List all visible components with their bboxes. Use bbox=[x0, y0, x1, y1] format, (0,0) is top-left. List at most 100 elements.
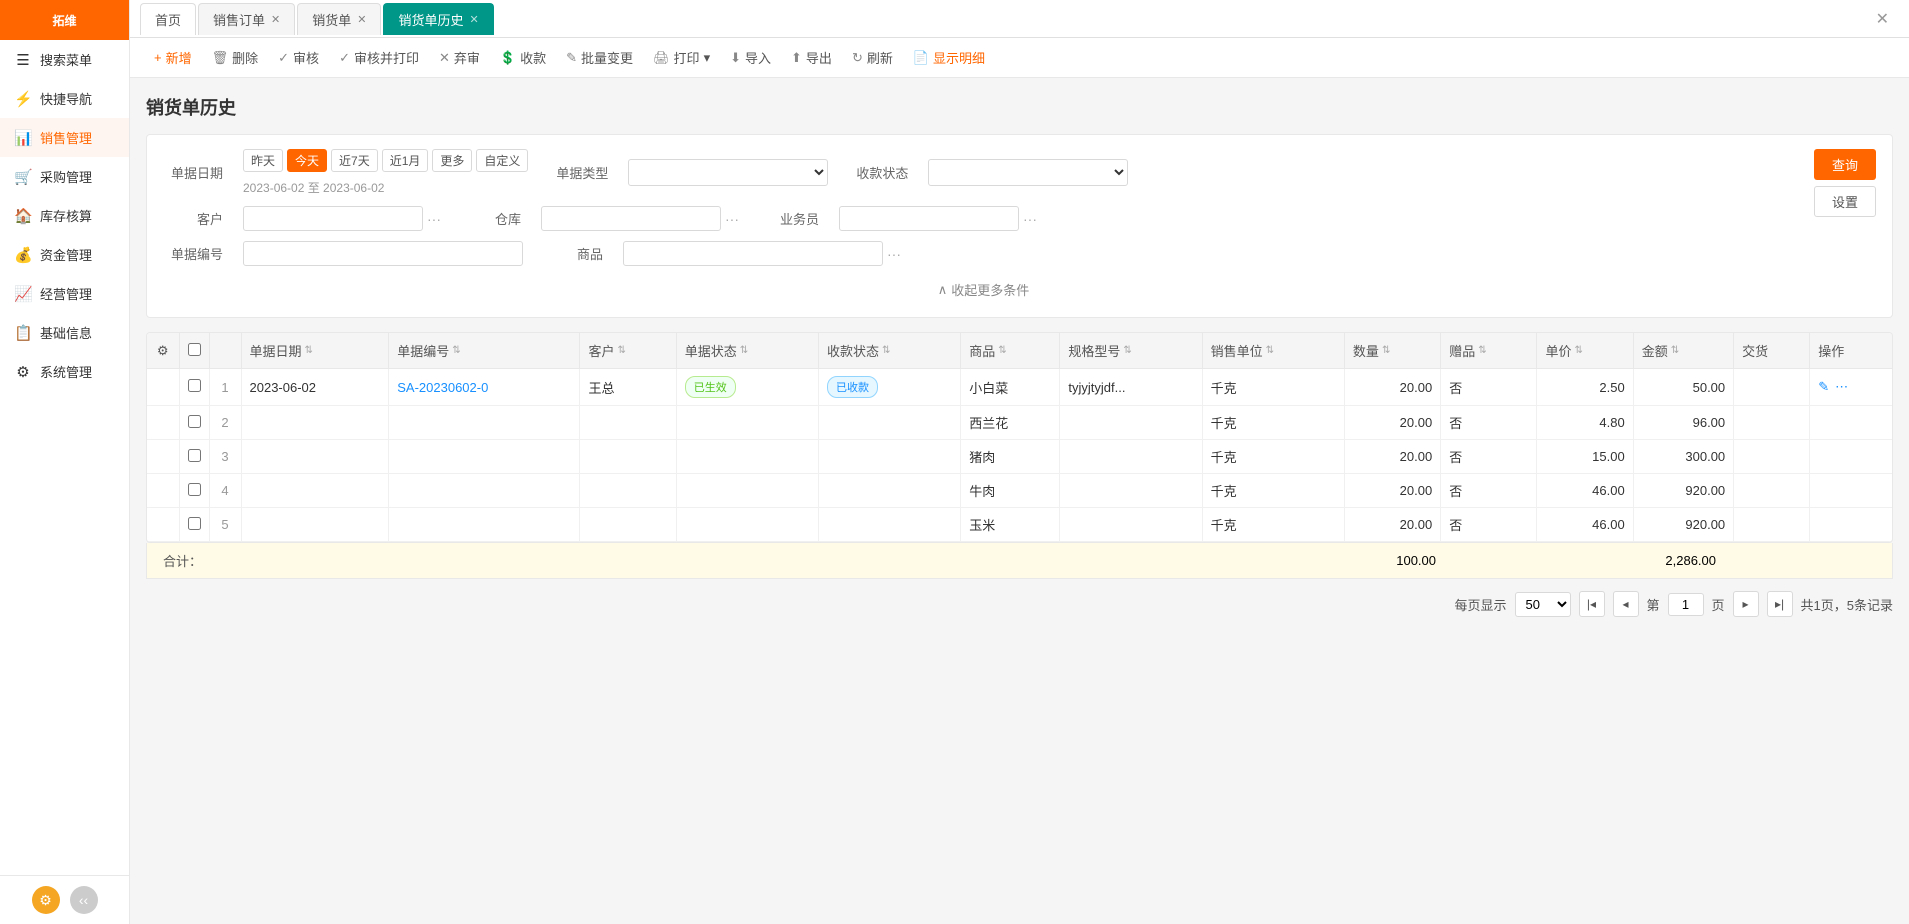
page-size-select[interactable]: 50 20 100 bbox=[1515, 592, 1571, 617]
sidebar-item-sales-mgmt[interactable]: 📊 销售管理 bbox=[0, 118, 129, 157]
tab-sales-order-label: 销售订单 bbox=[213, 10, 265, 29]
td-actions: ✎ ⋯ bbox=[1810, 369, 1892, 406]
collapse-icon: ∧ bbox=[938, 282, 948, 298]
row-checkbox[interactable] bbox=[188, 517, 201, 530]
sidebar-item-quick-nav[interactable]: ⚡ 快捷导航 bbox=[0, 79, 129, 118]
customer-dots[interactable]: ··· bbox=[427, 211, 441, 227]
salesperson-dots[interactable]: ··· bbox=[1023, 211, 1037, 227]
batch-change-button[interactable]: ✎ 批量变更 bbox=[558, 44, 641, 71]
th-unit-price[interactable]: 单价⇅ bbox=[1537, 333, 1633, 369]
window-close-btn[interactable]: ✕ bbox=[1866, 9, 1899, 29]
audit-button[interactable]: ✓ 审核 bbox=[270, 44, 327, 71]
query-button[interactable]: 查询 bbox=[1814, 149, 1876, 180]
td-doc-status bbox=[676, 406, 818, 440]
date-btn-yesterday[interactable]: 昨天 bbox=[243, 149, 283, 172]
sidebar-item-operations[interactable]: 📈 经营管理 bbox=[0, 274, 129, 313]
th-gear[interactable]: ⚙ bbox=[147, 333, 179, 369]
page-last-btn[interactable]: ▸| bbox=[1767, 591, 1793, 617]
row-checkbox[interactable] bbox=[188, 449, 201, 462]
audit-label: 审核 bbox=[293, 48, 319, 67]
tab-sales-order[interactable]: 销售订单 ✕ bbox=[198, 3, 295, 35]
payment-status-select[interactable] bbox=[928, 159, 1128, 186]
sidebar-collapse-btn[interactable]: ‹‹ bbox=[70, 886, 98, 914]
batch-change-icon: ✎ bbox=[566, 50, 577, 66]
edit-action-btn[interactable]: ✎ bbox=[1818, 379, 1829, 395]
refresh-button[interactable]: ↻ 刷新 bbox=[844, 44, 901, 71]
th-qty[interactable]: 数量⇅ bbox=[1344, 333, 1440, 369]
doc-no-sort-icon: ⇅ bbox=[452, 345, 460, 356]
sidebar-item-purchase-mgmt[interactable]: 🛒 采购管理 bbox=[0, 157, 129, 196]
row-checkbox[interactable] bbox=[188, 415, 201, 428]
doc-no-input[interactable] bbox=[243, 241, 523, 266]
warehouse-input[interactable] bbox=[541, 206, 721, 231]
th-gift[interactable]: 赠品⇅ bbox=[1441, 333, 1537, 369]
th-sales-unit[interactable]: 销售单位⇅ bbox=[1202, 333, 1344, 369]
td-gift: 否 bbox=[1441, 406, 1537, 440]
doc-no-label: 单据编号 bbox=[163, 244, 223, 263]
salesperson-input[interactable] bbox=[839, 206, 1019, 231]
tab-sales-delivery-close[interactable]: ✕ bbox=[357, 13, 366, 26]
sidebar-item-label: 系统管理 bbox=[40, 362, 92, 381]
td-spec bbox=[1060, 440, 1202, 474]
th-doc-status[interactable]: 单据状态⇅ bbox=[676, 333, 818, 369]
settings-button[interactable]: 设置 bbox=[1814, 186, 1876, 217]
sidebar-item-basic-info[interactable]: 📋 基础信息 bbox=[0, 313, 129, 352]
sidebar-item-sys-admin[interactable]: ⚙ 系统管理 bbox=[0, 352, 129, 391]
abandon-button[interactable]: ✕ 弃审 bbox=[431, 44, 488, 71]
page-input[interactable] bbox=[1668, 593, 1704, 616]
th-payment-status[interactable]: 收款状态⇅ bbox=[819, 333, 961, 369]
sidebar-item-inventory[interactable]: 🏠 库存核算 bbox=[0, 196, 129, 235]
page-prev-btn[interactable]: ◂ bbox=[1613, 591, 1639, 617]
footer-total-qty: 100.00 bbox=[1326, 553, 1436, 568]
date-btn-7days[interactable]: 近7天 bbox=[331, 149, 378, 172]
sidebar-item-finance[interactable]: 💰 资金管理 bbox=[0, 235, 129, 274]
receive-button[interactable]: 💲 收款 bbox=[492, 44, 554, 71]
goods-dots[interactable]: ··· bbox=[887, 246, 901, 262]
doc-type-select[interactable] bbox=[628, 159, 828, 186]
tab-home[interactable]: 首页 bbox=[140, 3, 196, 35]
print-button[interactable]: 🖨 打印 ▾ bbox=[645, 44, 718, 71]
tab-sales-history-close[interactable]: ✕ bbox=[470, 13, 479, 26]
th-goods[interactable]: 商品⇅ bbox=[961, 333, 1060, 369]
td-row-num: 2 bbox=[209, 406, 241, 440]
th-doc-date[interactable]: 单据日期⇅ bbox=[241, 333, 389, 369]
show-detail-button[interactable]: 📄 显示明细 bbox=[905, 44, 993, 71]
amount-sort-icon: ⇅ bbox=[1671, 345, 1679, 356]
td-checkbox bbox=[179, 369, 209, 406]
date-btn-custom[interactable]: 自定义 bbox=[476, 149, 528, 172]
td-amount: 300.00 bbox=[1633, 440, 1733, 474]
td-row-num: 1 bbox=[209, 369, 241, 406]
row-checkbox[interactable] bbox=[188, 379, 201, 392]
sidebar-item-label: 销售管理 bbox=[40, 128, 92, 147]
operations-icon: 📈 bbox=[14, 285, 32, 303]
collapse-btn[interactable]: ∧ 收起更多条件 bbox=[163, 276, 1804, 303]
th-amount[interactable]: 金额⇅ bbox=[1633, 333, 1733, 369]
goods-sort-icon: ⇅ bbox=[998, 345, 1006, 356]
goods-input[interactable] bbox=[623, 241, 883, 266]
doc-no-link[interactable]: SA-20230602-0 bbox=[397, 380, 488, 395]
page-first-btn[interactable]: |◂ bbox=[1579, 591, 1605, 617]
export-button[interactable]: ⬆ 导出 bbox=[783, 44, 840, 71]
date-btn-today[interactable]: 今天 bbox=[287, 149, 327, 172]
more-action-btn[interactable]: ⋯ bbox=[1835, 379, 1848, 395]
tab-sales-order-close[interactable]: ✕ bbox=[271, 13, 280, 26]
new-button[interactable]: + 新增 bbox=[146, 44, 200, 71]
delete-button[interactable]: 🗑 删除 bbox=[204, 44, 267, 71]
sidebar-item-label: 经营管理 bbox=[40, 284, 92, 303]
warehouse-dots[interactable]: ··· bbox=[725, 211, 739, 227]
audit-print-button[interactable]: ✓ 审核并打印 bbox=[331, 44, 427, 71]
th-spec[interactable]: 规格型号⇅ bbox=[1060, 333, 1202, 369]
th-doc-no[interactable]: 单据编号⇅ bbox=[389, 333, 580, 369]
row-checkbox[interactable] bbox=[188, 483, 201, 496]
import-button[interactable]: ⬇ 导入 bbox=[722, 44, 779, 71]
tab-sales-history[interactable]: 销货单历史 ✕ bbox=[383, 3, 493, 35]
page-next-btn[interactable]: ▸ bbox=[1733, 591, 1759, 617]
th-customer[interactable]: 客户⇅ bbox=[580, 333, 676, 369]
select-all-checkbox[interactable] bbox=[188, 343, 201, 356]
date-btn-1month[interactable]: 近1月 bbox=[382, 149, 429, 172]
tab-sales-delivery[interactable]: 销货单 ✕ bbox=[297, 3, 381, 35]
sidebar-item-search-menu[interactable]: ☰ 搜索菜单 bbox=[0, 40, 129, 79]
date-btn-more[interactable]: 更多 bbox=[432, 149, 472, 172]
sidebar-settings-btn[interactable]: ⚙ bbox=[32, 886, 60, 914]
customer-input[interactable] bbox=[243, 206, 423, 231]
